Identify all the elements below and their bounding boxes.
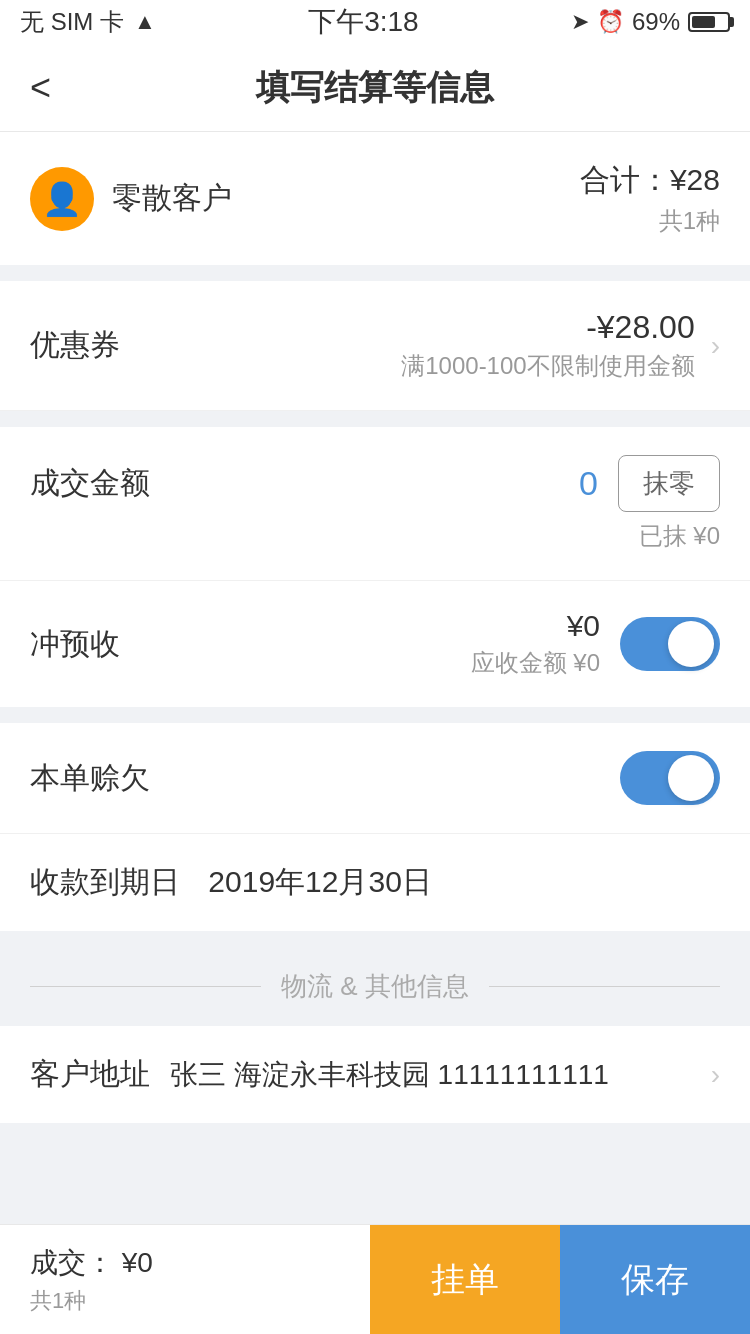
bottom-count: 共1种 (30, 1286, 340, 1316)
status-right: ➤ ⏰ 69% (571, 8, 730, 36)
advance-right: ¥0 应收金额 ¥0 (471, 609, 720, 679)
coupon-row[interactable]: 优惠券 -¥28.00 满1000-100不限制使用金额 › (0, 281, 750, 411)
status-left: 无 SIM 卡 ▲ (20, 6, 156, 38)
advance-section: 冲预收 ¥0 应收金额 ¥0 (0, 581, 750, 707)
bottom-summary: 成交： ¥0 共1种 (0, 1244, 370, 1316)
back-button[interactable]: < (30, 67, 51, 109)
transaction-value: 0 (579, 464, 598, 503)
advance-value-group: ¥0 应收金额 ¥0 (471, 609, 600, 679)
status-time: 下午3:18 (308, 3, 419, 41)
advance-toggle[interactable] (620, 617, 720, 671)
coupon-value-group: -¥28.00 满1000-100不限制使用金额 (401, 309, 694, 382)
address-chevron-icon: › (711, 1059, 720, 1091)
bottom-transaction-value: ¥0 (122, 1247, 153, 1278)
main-content: 👤 零散客户 合计：¥28 共1种 优惠券 -¥28.00 满1000-100不… (0, 132, 750, 1243)
total-count: 共1种 (580, 205, 720, 237)
customer-row: 👤 零散客户 合计：¥28 共1种 (0, 132, 750, 265)
advance-value: ¥0 (471, 609, 600, 643)
transaction-sub: 已抹 ¥0 (30, 520, 720, 552)
carrier-text: 无 SIM 卡 (20, 6, 124, 38)
debt-section: 本单赊欠 (0, 723, 750, 833)
divider-line-right (489, 986, 720, 987)
coupon-desc: 满1000-100不限制使用金额 (401, 350, 694, 382)
customer-avatar: 👤 (30, 167, 94, 231)
coupon-label: 优惠券 (30, 325, 120, 366)
save-button[interactable]: 保存 (560, 1225, 750, 1335)
coupon-right: -¥28.00 满1000-100不限制使用金额 › (401, 309, 720, 382)
coupon-chevron-icon: › (711, 330, 720, 362)
wifi-icon: ▲ (134, 9, 156, 35)
section-divider-2 (0, 707, 750, 723)
section-divider-3 (0, 931, 750, 947)
debt-label: 本单赊欠 (30, 758, 150, 799)
transaction-label: 成交金额 (30, 463, 150, 504)
pending-button[interactable]: 挂单 (370, 1225, 560, 1335)
address-label: 客户地址 (30, 1054, 150, 1095)
round-off-button[interactable]: 抹零 (618, 455, 720, 512)
page-title: 填写结算等信息 (256, 65, 494, 111)
debt-toggle[interactable] (620, 751, 720, 805)
section-divider-1 (0, 411, 750, 427)
transaction-right: 0 抹零 (579, 455, 720, 512)
total-amount: 合计：¥28 (580, 160, 720, 201)
address-section[interactable]: 客户地址 张三 海淀永丰科技园 11111111111 › (0, 1026, 750, 1123)
location-icon: ➤ (571, 9, 589, 35)
status-bar: 无 SIM 卡 ▲ 下午3:18 ➤ ⏰ 69% (0, 0, 750, 44)
address-value: 张三 海淀永丰科技园 11111111111 (170, 1056, 711, 1094)
battery-text: 69% (632, 8, 680, 36)
customer-total: 合计：¥28 共1种 (580, 160, 720, 237)
due-date-section: 收款到期日 2019年12月30日 (0, 833, 750, 931)
due-date-label: 收款到期日 (30, 865, 180, 898)
due-date-value: 2019年12月30日 (208, 865, 431, 898)
advance-label: 冲预收 (30, 624, 120, 665)
toggle-circle (668, 621, 714, 667)
customer-name: 零散客户 (112, 178, 232, 219)
logistics-divider: 物流 & 其他信息 (0, 947, 750, 1026)
coupon-amount: -¥28.00 (401, 309, 694, 346)
logistics-label: 物流 & 其他信息 (281, 969, 469, 1004)
avatar-icon: 👤 (42, 180, 82, 218)
bottom-transaction: 成交： ¥0 (30, 1244, 340, 1282)
customer-left: 👤 零散客户 (30, 167, 232, 231)
battery-icon (688, 12, 730, 32)
bottom-bar: 成交： ¥0 共1种 挂单 保存 (0, 1224, 750, 1334)
advance-sub: 应收金额 ¥0 (471, 647, 600, 679)
divider-line-left (30, 986, 261, 987)
advance-row: 冲预收 ¥0 应收金额 ¥0 (30, 609, 720, 679)
nav-bar: < 填写结算等信息 (0, 44, 750, 132)
bottom-transaction-label: 成交： (30, 1247, 114, 1278)
transaction-row: 成交金额 0 抹零 (30, 455, 720, 512)
debt-toggle-circle (668, 755, 714, 801)
alarm-icon: ⏰ (597, 9, 624, 35)
transaction-section: 成交金额 0 抹零 已抹 ¥0 (0, 427, 750, 581)
